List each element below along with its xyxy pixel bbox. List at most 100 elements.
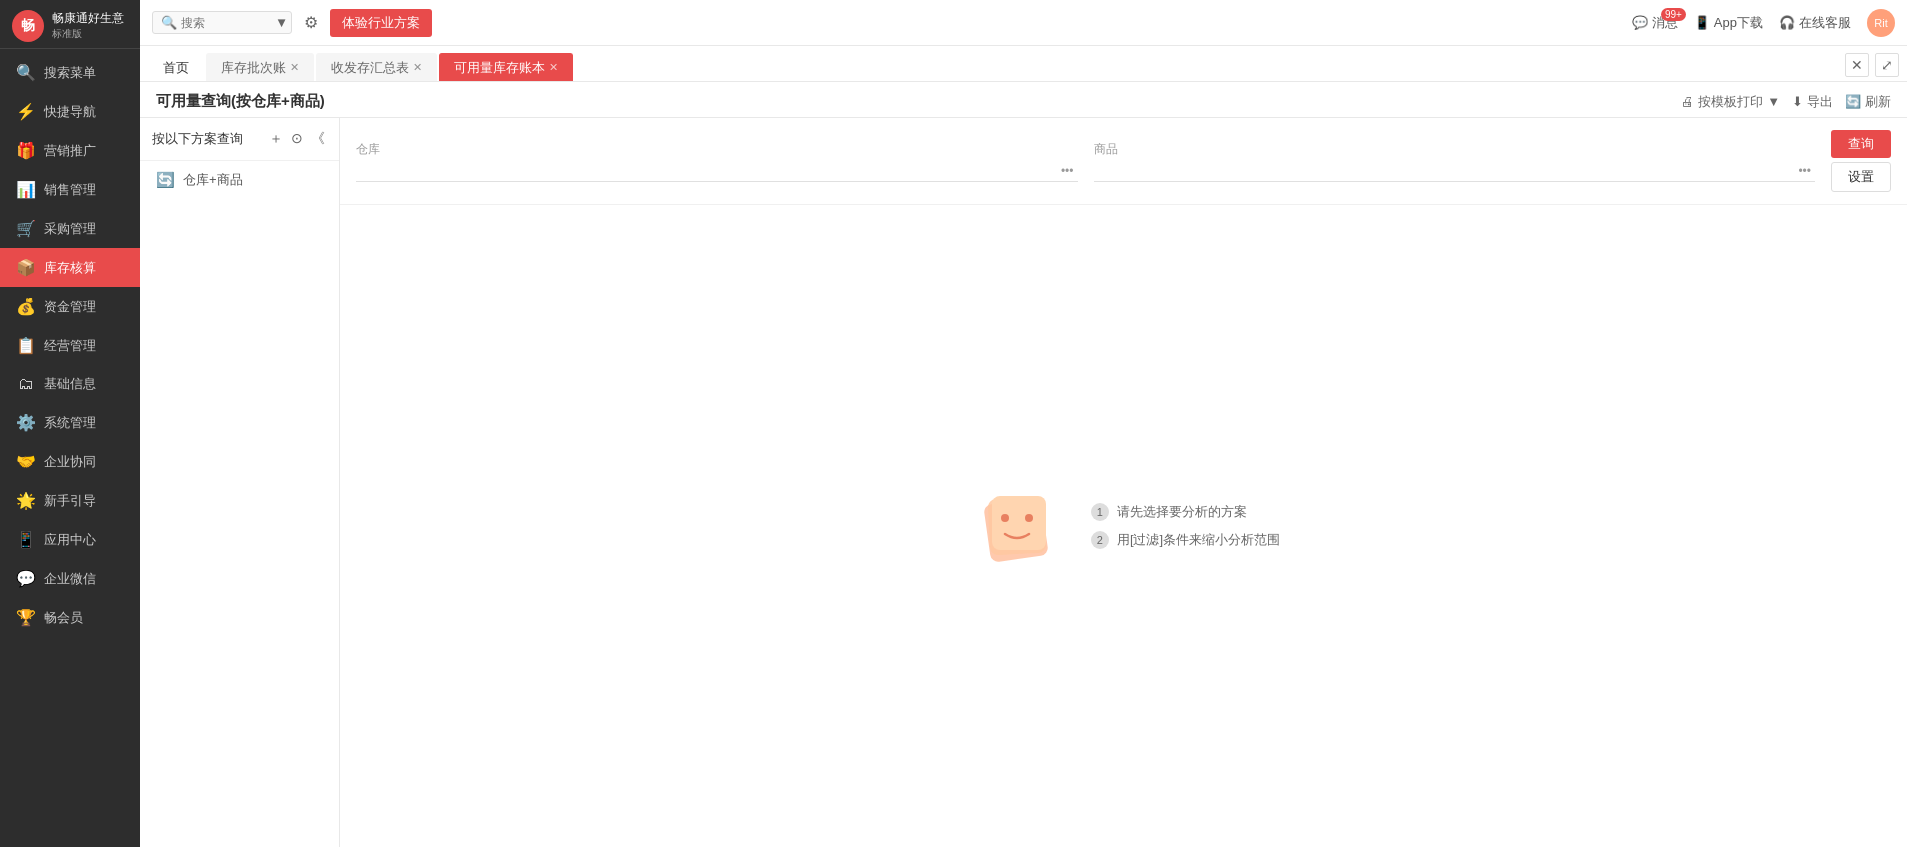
tab-expand-btn[interactable]: ⤢ <box>1875 53 1899 77</box>
sidebar-item-label: 企业微信 <box>44 570 96 588</box>
app-icon: 📱 <box>1694 15 1710 30</box>
filter-header-label: 按以下方案查询 <box>152 130 243 148</box>
sidebar-item-search[interactable]: 🔍 搜索菜单 <box>0 53 140 92</box>
member-icon: 🏆 <box>16 608 36 627</box>
filter-item-warehouse-product[interactable]: 🔄 仓库+商品 <box>140 161 339 199</box>
filter-settings-icon[interactable]: ⊙ <box>289 128 305 150</box>
apps-icon: 📱 <box>16 530 36 549</box>
sidebar-item-inventory[interactable]: 📦 库存核算 <box>0 248 140 287</box>
sidebar-item-label: 基础信息 <box>44 375 96 393</box>
user-avatar[interactable]: Rit <box>1867 9 1895 37</box>
operations-icon: 📋 <box>16 336 36 355</box>
brand-edition: 标准版 <box>52 27 124 41</box>
settings-button[interactable]: 设置 <box>1831 162 1891 192</box>
tab-collection-summary-close[interactable]: ✕ <box>413 61 422 74</box>
message-button[interactable]: 💬 消息 99+ <box>1632 14 1678 32</box>
empty-tip-2: 2 用[过滤]条件来缩小分析范围 <box>1091 531 1280 549</box>
enterprise-icon: 🤝 <box>16 452 36 471</box>
topbar-settings-icon[interactable]: ⚙ <box>300 13 322 32</box>
sidebar-item-marketing[interactable]: 🎁 营销推广 <box>0 131 140 170</box>
tip-num-2: 2 <box>1091 531 1109 549</box>
svg-point-3 <box>1001 514 1009 522</box>
sidebar-item-label: 快捷导航 <box>44 103 96 121</box>
filter-add-icon[interactable]: ＋ <box>267 128 285 150</box>
topbar-search-input[interactable] <box>181 16 271 30</box>
app-download-label: App下载 <box>1714 14 1763 32</box>
sidebar-item-system[interactable]: ⚙️ 系统管理 <box>0 403 140 442</box>
sidebar-item-finance[interactable]: 💰 资金管理 <box>0 287 140 326</box>
print-dropdown-icon: ▼ <box>1767 94 1780 109</box>
sidebar-nav: 🔍 搜索菜单 ⚡ 快捷导航 🎁 营销推广 📊 销售管理 🛒 采购管理 📦 库存核… <box>0 49 140 847</box>
query-button[interactable]: 查询 <box>1831 130 1891 158</box>
sidebar: 畅 畅康通好生意 标准版 🔍 搜索菜单 ⚡ 快捷导航 🎁 营销推广 📊 销售管理… <box>0 0 140 847</box>
sidebar-item-member[interactable]: 🏆 畅会员 <box>0 598 140 637</box>
sidebar-brand: 畅 畅康通好生意 标准版 <box>0 0 140 49</box>
sidebar-item-guide[interactable]: 🌟 新手引导 <box>0 481 140 520</box>
sidebar-item-wechat[interactable]: 💬 企业微信 <box>0 559 140 598</box>
message-icon: 💬 <box>1632 15 1648 30</box>
page-header: 可用量查询(按仓库+商品) 🖨 按模板打印 ▼ ⬇ 导出 🔄 刷新 <box>140 82 1907 118</box>
tab-close-btn[interactable]: ✕ <box>1845 53 1869 77</box>
brand-icon: 畅 <box>12 10 44 42</box>
topbar-search-box[interactable]: 🔍 ▼ <box>152 11 292 34</box>
print-icon: 🖨 <box>1681 94 1694 109</box>
sidebar-item-label: 经营管理 <box>44 337 96 355</box>
refresh-label: 刷新 <box>1865 93 1891 111</box>
refresh-button[interactable]: 🔄 刷新 <box>1845 93 1891 111</box>
tab-available-ledger[interactable]: 可用量库存账本 ✕ <box>439 53 573 81</box>
print-label: 按模板打印 <box>1698 93 1763 111</box>
empty-state: 1 请先选择要分析的方案 2 用[过滤]条件来缩小分析范围 <box>340 205 1907 847</box>
sidebar-item-label: 采购管理 <box>44 220 96 238</box>
sidebar-item-basic[interactable]: 🗂 基础信息 <box>0 365 140 403</box>
guide-icon: 🌟 <box>16 491 36 510</box>
query-actions: 查询 设置 <box>1831 130 1891 192</box>
export-label: 导出 <box>1807 93 1833 111</box>
content-area: 按以下方案查询 ＋ ⊙ 《 🔄 仓库+商品 仓库 <box>140 118 1907 847</box>
product-input[interactable] <box>1098 164 1799 179</box>
customer-service-button[interactable]: 🎧 在线客服 <box>1779 14 1851 32</box>
product-label: 商品 <box>1094 141 1816 158</box>
tab-available-ledger-label: 可用量库存账本 <box>454 59 545 77</box>
tabs-right-controls: ✕ ⤢ <box>1845 53 1907 81</box>
message-badge: 99+ <box>1661 8 1686 21</box>
export-button[interactable]: ⬇ 导出 <box>1792 93 1833 111</box>
warehouse-more-btn[interactable]: ••• <box>1061 164 1074 178</box>
tab-collection-summary-label: 收发存汇总表 <box>331 59 409 77</box>
warehouse-label: 仓库 <box>356 141 1078 158</box>
print-button[interactable]: 🖨 按模板打印 ▼ <box>1681 93 1780 111</box>
product-field: 商品 ••• <box>1094 141 1816 182</box>
customer-service-label: 在线客服 <box>1799 14 1851 32</box>
sidebar-item-operations[interactable]: 📋 经营管理 <box>0 326 140 365</box>
tab-home[interactable]: 首页 <box>148 53 204 81</box>
tab-collection-summary[interactable]: 收发存汇总表 ✕ <box>316 53 437 81</box>
sidebar-item-apps[interactable]: 📱 应用中心 <box>0 520 140 559</box>
sidebar-item-label: 企业协同 <box>44 453 96 471</box>
trial-button[interactable]: 体验行业方案 <box>330 9 432 37</box>
warehouse-field: 仓库 ••• <box>356 141 1078 182</box>
sidebar-item-purchase[interactable]: 🛒 采购管理 <box>0 209 140 248</box>
product-more-btn[interactable]: ••• <box>1798 164 1811 178</box>
tab-available-ledger-close[interactable]: ✕ <box>549 61 558 74</box>
shortcut-icon: ⚡ <box>16 102 36 121</box>
filter-collapse-icon[interactable]: 《 <box>309 128 327 150</box>
sidebar-item-enterprise[interactable]: 🤝 企业协同 <box>0 442 140 481</box>
sidebar-item-sales[interactable]: 📊 销售管理 <box>0 170 140 209</box>
svg-rect-2 <box>992 496 1046 550</box>
tab-batch-account-close[interactable]: ✕ <box>290 61 299 74</box>
tip-text-2: 用[过滤]条件来缩小分析范围 <box>1117 531 1280 549</box>
topbar-search-dropdown[interactable]: ▼ <box>275 15 288 30</box>
inventory-icon: 📦 <box>16 258 36 277</box>
right-panel: 仓库 ••• 商品 ••• 查询 设置 <box>340 118 1907 847</box>
sidebar-item-shortcut[interactable]: ⚡ 快捷导航 <box>0 92 140 131</box>
app-download-button[interactable]: 📱 App下载 <box>1694 14 1763 32</box>
tabs-bar: 首页 库存批次账 ✕ 收发存汇总表 ✕ 可用量库存账本 ✕ ✕ ⤢ <box>140 46 1907 82</box>
warehouse-input[interactable] <box>360 164 1061 179</box>
sidebar-item-label: 资金管理 <box>44 298 96 316</box>
filter-panel: 按以下方案查询 ＋ ⊙ 《 🔄 仓库+商品 <box>140 118 340 847</box>
tab-batch-account[interactable]: 库存批次账 ✕ <box>206 53 314 81</box>
username-text: Rit <box>1874 17 1887 29</box>
sidebar-item-label: 应用中心 <box>44 531 96 549</box>
marketing-icon: 🎁 <box>16 141 36 160</box>
sidebar-item-label: 畅会员 <box>44 609 83 627</box>
brand-name: 畅康通好生意 <box>52 11 124 27</box>
